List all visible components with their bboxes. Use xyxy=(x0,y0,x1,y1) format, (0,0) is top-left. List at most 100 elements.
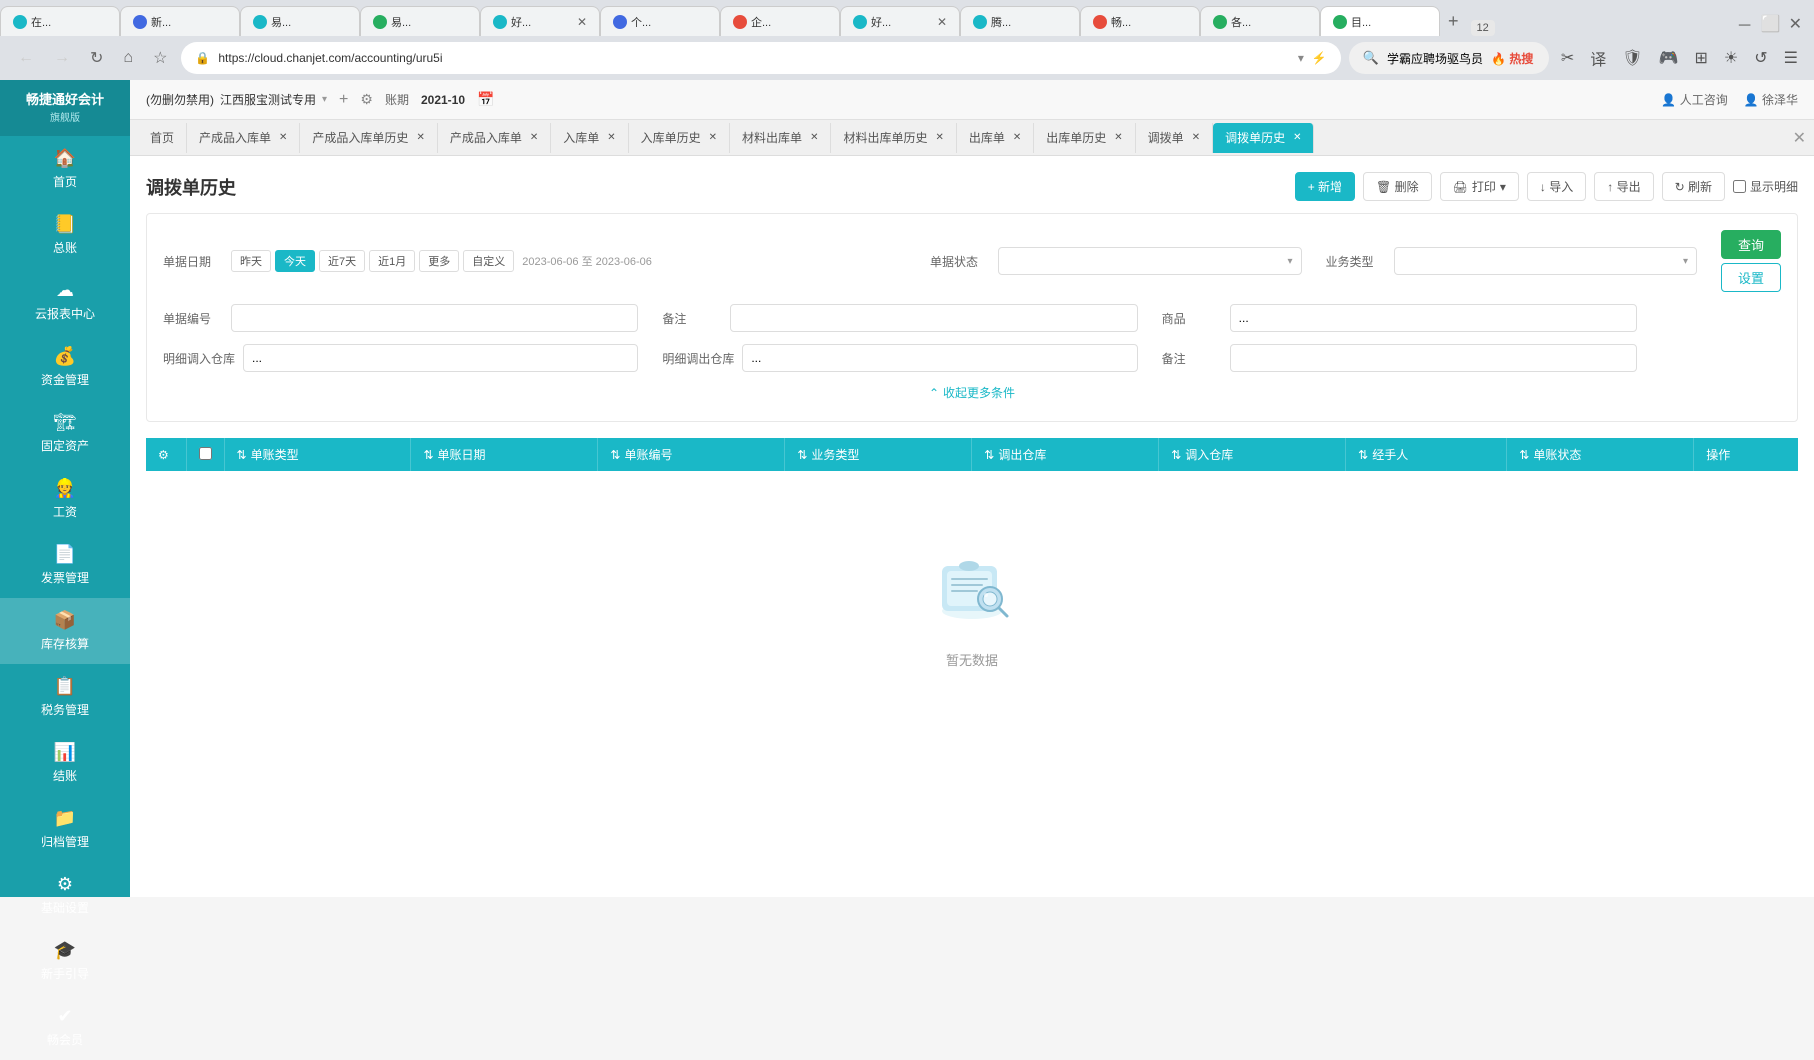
tab-product-in2[interactable]: 产成品入库单 ✕ xyxy=(438,123,551,153)
browser-tab-3[interactable]: 易... xyxy=(240,6,360,36)
add-company-button[interactable]: + xyxy=(339,91,348,109)
browser-tab-1[interactable]: 在... xyxy=(0,6,120,36)
sidebar-item-member[interactable]: ✔ 畅会员 xyxy=(0,994,130,1060)
home-button[interactable]: ⌂ xyxy=(117,45,139,71)
date-btn-more[interactable]: 更多 xyxy=(419,250,459,272)
tab-material-out-hist[interactable]: 材料出库单历史 ✕ xyxy=(831,123,956,153)
tab-product-in[interactable]: 产成品入库单 ✕ xyxy=(187,123,300,153)
col-in-warehouse[interactable]: ⇅ 调入仓库 xyxy=(1159,438,1346,471)
tab-close-transfer[interactable]: ✕ xyxy=(1192,132,1200,143)
scissors-icon[interactable]: ✂ xyxy=(1557,44,1578,72)
tab-close-product-in-hist[interactable]: ✕ xyxy=(416,132,424,143)
tab-close-out-hist[interactable]: ✕ xyxy=(1114,132,1122,143)
tab-out-hist[interactable]: 出库单历史 ✕ xyxy=(1034,123,1135,153)
address-dropdown[interactable]: ▾ xyxy=(1298,51,1304,65)
tab-close-out[interactable]: ✕ xyxy=(1013,132,1021,143)
new-tab-button[interactable]: + xyxy=(1440,7,1467,36)
company-settings-icon[interactable]: ⚙ xyxy=(360,91,373,108)
sidebar-item-report[interactable]: ☁ 云报表中心 xyxy=(0,268,130,334)
forward-button[interactable]: → xyxy=(48,45,76,71)
col-settings[interactable]: ⚙ xyxy=(146,438,186,471)
maximize-button[interactable]: ⬜ xyxy=(1761,14,1781,34)
col-checkbox[interactable] xyxy=(186,438,224,471)
delete-button[interactable]: 🗑 删除 xyxy=(1363,172,1432,201)
sidebar-item-capital[interactable]: 💰 资金管理 xyxy=(0,334,130,400)
col-handler[interactable]: ⇅ 经手人 xyxy=(1346,438,1507,471)
remark-filter-input[interactable] xyxy=(730,304,1137,332)
sidebar-item-settings[interactable]: ⚙ 基础设置 xyxy=(0,862,130,928)
back-button[interactable]: ← xyxy=(12,45,40,71)
refresh-browser-button[interactable]: ↻ xyxy=(84,44,109,72)
new-button[interactable]: + 新增 xyxy=(1295,172,1355,201)
address-box[interactable]: 🔒 https://cloud.chanjet.com/accounting/u… xyxy=(181,42,1340,74)
browser-tab-8[interactable]: 好... ✕ xyxy=(840,6,960,36)
col-doc-status[interactable]: ⇅ 单账状态 xyxy=(1507,438,1694,471)
tab-close-transfer-hist[interactable]: ✕ xyxy=(1293,132,1301,143)
sidebar-item-home[interactable]: 🏠 首页 xyxy=(0,136,130,202)
date-btn-1month[interactable]: 近1月 xyxy=(369,250,415,272)
select-all-checkbox[interactable] xyxy=(199,447,212,460)
company-selector[interactable]: (勿删勿禁用) 江西服宝测试专用 ▾ xyxy=(146,91,327,108)
sidebar-item-tax[interactable]: 📋 税务管理 xyxy=(0,664,130,730)
browser-tab-5[interactable]: 好... ✕ xyxy=(480,6,600,36)
help-button[interactable]: 👤 人工咨询 xyxy=(1661,91,1727,108)
game-icon[interactable]: 🎮 xyxy=(1655,44,1683,72)
browser-tab-10[interactable]: 畅... xyxy=(1080,6,1200,36)
tab-close-in[interactable]: ✕ xyxy=(607,132,615,143)
tab-out[interactable]: 出库单 ✕ xyxy=(957,123,1034,153)
sidebar-item-payroll[interactable]: 👷 工资 xyxy=(0,466,130,532)
date-btn-7days[interactable]: 近7天 xyxy=(319,250,365,272)
star-button[interactable]: ☆ xyxy=(147,44,173,72)
sidebar-item-invoice[interactable]: 📄 发票管理 xyxy=(0,532,130,598)
settings-filter-button[interactable]: 设置 xyxy=(1721,263,1781,292)
col-doc-no[interactable]: ⇅ 单账编号 xyxy=(598,438,785,471)
import-button[interactable]: ↓ 导入 xyxy=(1527,172,1586,201)
sidebar-item-guide[interactable]: 🎓 新手引导 xyxy=(0,928,130,994)
minimize-button[interactable]: － xyxy=(1737,12,1753,36)
tab-close-product-in[interactable]: ✕ xyxy=(279,132,287,143)
collapse-button[interactable]: ⌃ 收起更多条件 xyxy=(925,380,1019,405)
tab-in-hist[interactable]: 入库单历史 ✕ xyxy=(629,123,730,153)
tab-material-out[interactable]: 材料出库单 ✕ xyxy=(730,123,831,153)
browser-tab-2[interactable]: 新... xyxy=(120,6,240,36)
print-button[interactable]: 🖨 打印 ▾ xyxy=(1440,172,1519,201)
user-avatar[interactable]: 👤 徐泽华 xyxy=(1744,91,1798,108)
tab-transfer-hist[interactable]: 调拨单历史 ✕ xyxy=(1213,123,1314,153)
docno-filter-input[interactable] xyxy=(231,304,638,332)
browser-tab-7[interactable]: 企... xyxy=(720,6,840,36)
date-btn-today[interactable]: 今天 xyxy=(275,250,315,272)
sun-icon[interactable]: ☀ xyxy=(1720,44,1742,72)
browser-tab-4[interactable]: 易... xyxy=(360,6,480,36)
tab-home[interactable]: 首页 xyxy=(138,123,187,153)
sidebar-item-ledger[interactable]: 📒 总账 xyxy=(0,202,130,268)
table-settings-icon[interactable]: ⚙ xyxy=(158,448,169,462)
tab-close-product-in2[interactable]: ✕ xyxy=(530,132,538,143)
sidebar-item-asset[interactable]: 🏗 固定资产 xyxy=(0,400,130,466)
extensions-icon[interactable]: ⚡ xyxy=(1312,51,1327,65)
tab-close-in-hist[interactable]: ✕ xyxy=(709,132,717,143)
detail-in-filter-select[interactable]: ... xyxy=(243,344,638,372)
tab-close-material-out-hist[interactable]: ✕ xyxy=(935,132,943,143)
sidebar-item-inventory[interactable]: 📦 库存核算 xyxy=(0,598,130,664)
detail-remark-filter-input[interactable] xyxy=(1230,344,1637,372)
search-bar[interactable]: 🔍 学霸应聘场驱鸟员 🔥 热搜 xyxy=(1349,42,1549,74)
biz-type-filter-select[interactable]: ▾ xyxy=(1394,247,1698,275)
export-button[interactable]: ↑ 导出 xyxy=(1594,172,1653,201)
history-icon[interactable]: ↺ xyxy=(1750,44,1771,72)
sidebar-item-close[interactable]: 📊 结账 xyxy=(0,730,130,796)
display-toggle-checkbox[interactable] xyxy=(1733,180,1746,193)
browser-tab-12[interactable]: 目... xyxy=(1320,6,1440,36)
translate-icon[interactable]: 译 xyxy=(1586,42,1610,74)
tab-in[interactable]: 入库单 ✕ xyxy=(551,123,628,153)
browser-tab-9[interactable]: 腾... xyxy=(960,6,1080,36)
browser-tab-11[interactable]: 各... xyxy=(1200,6,1320,36)
tab-transfer[interactable]: 调拨单 ✕ xyxy=(1136,123,1213,153)
sidebar-item-archive[interactable]: 📁 归档管理 xyxy=(0,796,130,862)
col-doc-date[interactable]: ⇅ 单账日期 xyxy=(411,438,598,471)
tab-close-material-out[interactable]: ✕ xyxy=(810,132,818,143)
goods-filter-select[interactable]: ... xyxy=(1230,304,1637,332)
grid-icon[interactable]: ⊞ xyxy=(1691,44,1712,72)
query-button[interactable]: 查询 xyxy=(1721,230,1781,259)
tab-product-in-hist[interactable]: 产成品入库单历史 ✕ xyxy=(300,123,437,153)
col-biz-type[interactable]: ⇅ 业务类型 xyxy=(785,438,972,471)
